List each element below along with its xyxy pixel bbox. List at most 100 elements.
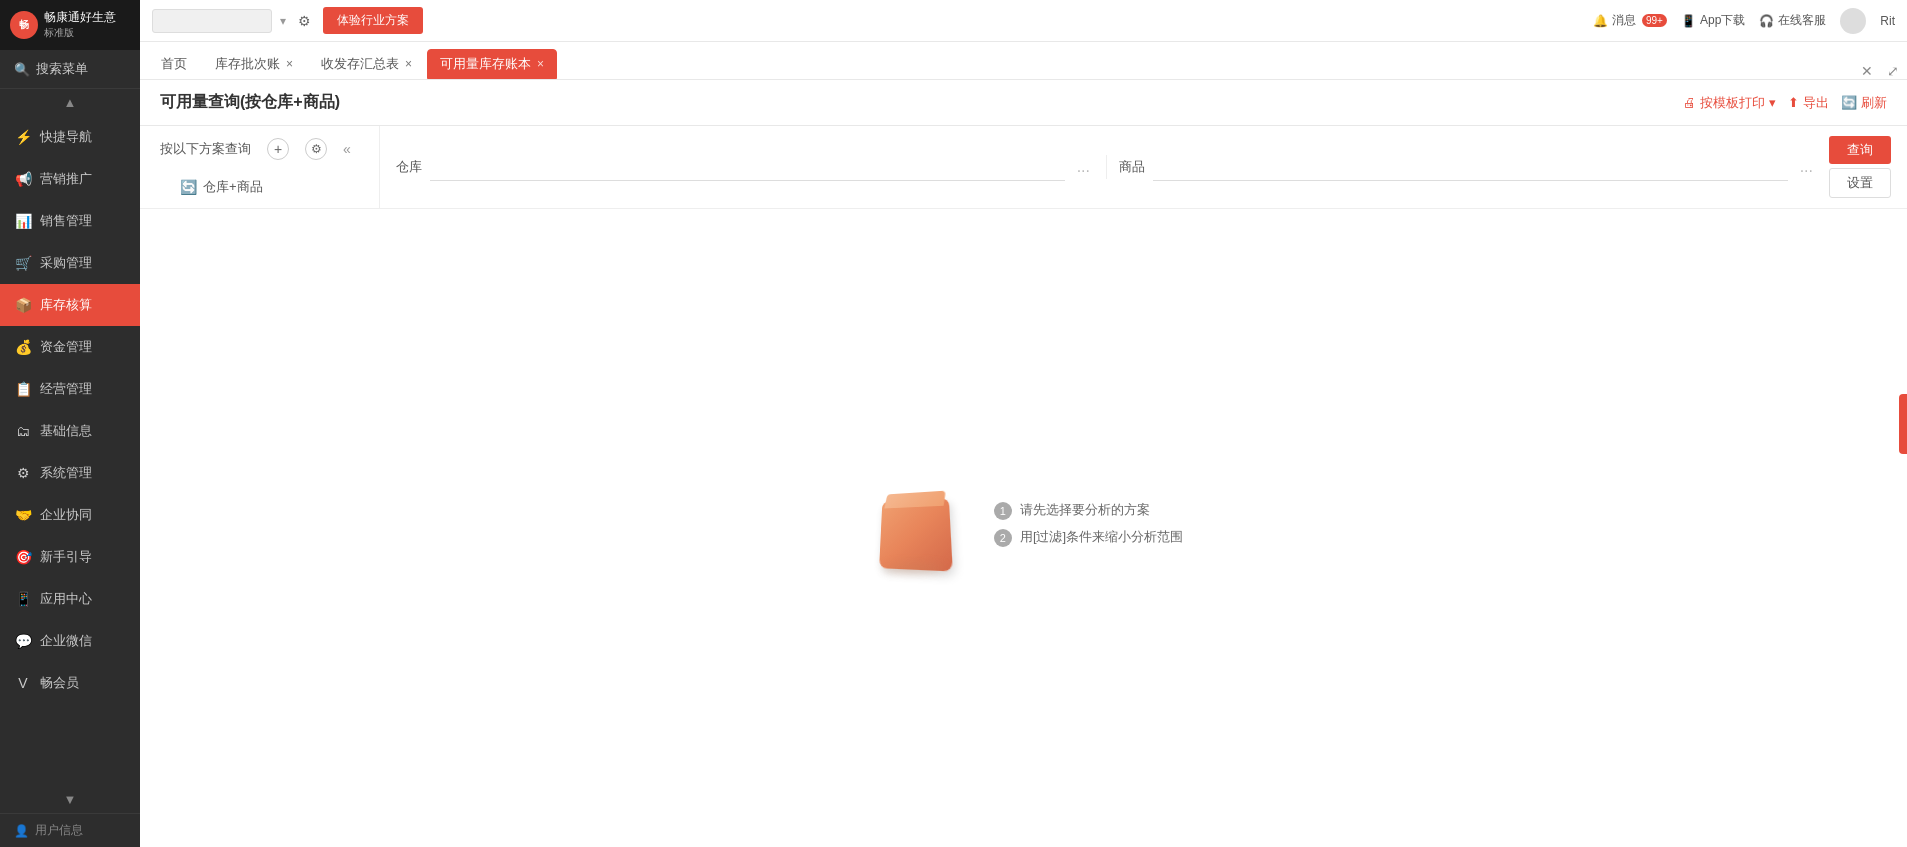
- warehouse-input[interactable]: [430, 153, 1065, 181]
- sidebar-item-system[interactable]: ⚙ 系统管理: [0, 452, 140, 494]
- online-service-btn[interactable]: 🎧 在线客服: [1759, 12, 1826, 29]
- warehouse-label: 仓库: [396, 158, 422, 176]
- sales-icon: 📊: [14, 212, 32, 230]
- step-2-num: 2: [994, 529, 1012, 547]
- query-filter-row: 按以下方案查询 + ⚙ « 🔄 仓库+商品 仓库 ...: [140, 126, 1907, 209]
- sidebar-item-inventory[interactable]: 📦 库存核算: [0, 284, 140, 326]
- sidebar-item-enterprise[interactable]: 🤝 企业协同: [0, 494, 140, 536]
- tab-batch-account[interactable]: 库存批次账 ×: [202, 49, 306, 79]
- search-input[interactable]: [152, 9, 272, 33]
- purchase-icon: 🛒: [14, 254, 32, 272]
- query-row: 按以下方案查询 + ⚙ «: [140, 126, 379, 172]
- right-scrollbar: [1899, 394, 1907, 454]
- refresh-icon: 🔄: [1841, 95, 1857, 110]
- topbar-right: 🔔 消息 99+ 📱 App下载 🎧 在线客服 Rit: [1593, 8, 1895, 34]
- marketing-icon: 📢: [14, 170, 32, 188]
- refresh-btn[interactable]: 🔄 刷新: [1841, 94, 1887, 112]
- search-icon: 🔍: [14, 62, 30, 77]
- goods-input[interactable]: [1153, 153, 1788, 181]
- scroll-down-btn[interactable]: ▼: [0, 786, 140, 813]
- sidebar-item-operations[interactable]: 📋 经营管理: [0, 368, 140, 410]
- sidebar-item-finance[interactable]: 💰 资金管理: [0, 326, 140, 368]
- scheme-warehouse-goods[interactable]: 🔄 仓库+商品: [140, 172, 379, 202]
- guide-icon: 🎯: [14, 548, 32, 566]
- print-btn[interactable]: 🖨 按模板打印 ▾: [1683, 94, 1776, 112]
- sidebar-item-sales[interactable]: 📊 销售管理: [0, 200, 140, 242]
- sidebar-item-member[interactable]: V 畅会员: [0, 662, 140, 704]
- filter-divider: [1106, 155, 1107, 179]
- scheme-icon: 🔄: [180, 179, 197, 195]
- sidebar-item-basic[interactable]: 🗂 基础信息: [0, 410, 140, 452]
- goods-dots[interactable]: ...: [1796, 158, 1817, 176]
- empty-illustration: [864, 478, 964, 578]
- query-label: 按以下方案查询: [160, 140, 251, 158]
- empty-step-1: 1 请先选择要分析的方案: [994, 501, 1183, 520]
- gear-icon[interactable]: ⚙: [298, 13, 311, 29]
- finance-icon: 💰: [14, 338, 32, 356]
- sidebar-search[interactable]: 🔍 搜索菜单: [0, 50, 140, 89]
- query-btn[interactable]: 查询: [1829, 136, 1891, 164]
- wechat-icon: 💬: [14, 632, 32, 650]
- trial-btn[interactable]: 体验行业方案: [323, 7, 423, 34]
- topbar: ▾ ⚙ 体验行业方案 🔔 消息 99+ 📱 App下载 🎧 在线客服 Rit: [140, 0, 1907, 42]
- page-actions: 🖨 按模板打印 ▾ ⬆ 导出 🔄 刷新: [1683, 94, 1887, 112]
- headset-icon: 🎧: [1759, 14, 1774, 28]
- tab-close-available[interactable]: ×: [537, 57, 544, 71]
- app-center-icon: 📱: [14, 590, 32, 608]
- chevron-down-icon[interactable]: ▾: [280, 14, 286, 28]
- content-area: 可用量查询(按仓库+商品) 🖨 按模板打印 ▾ ⬆ 导出 🔄 刷新: [140, 80, 1907, 847]
- sidebar-item-quick-nav[interactable]: ⚡ 快捷导航: [0, 116, 140, 158]
- sidebar-item-purchase[interactable]: 🛒 采购管理: [0, 242, 140, 284]
- sidebar-nav: ⚡ 快捷导航 📢 营销推广 📊 销售管理 🛒 采购管理 📦 库存核算 💰 资金管…: [0, 116, 140, 786]
- action-buttons: 查询 设置: [1829, 136, 1891, 198]
- tab-receive-summary[interactable]: 收发存汇总表 ×: [308, 49, 425, 79]
- tabbar: 首页 库存批次账 × 收发存汇总表 × 可用量库存账本 × ✕ ⤢: [140, 42, 1907, 80]
- tab-home[interactable]: 首页: [148, 49, 200, 79]
- sidebar-header: 畅 畅康通好生意 标准版: [0, 0, 140, 50]
- tab-available-ledger[interactable]: 可用量库存账本 ×: [427, 49, 557, 79]
- box-shadow: [884, 563, 944, 573]
- box-icon: [879, 498, 953, 572]
- help-icon: 👤: [14, 824, 29, 838]
- system-icon: ⚙: [14, 464, 32, 482]
- warehouse-filter: 仓库 ...: [396, 153, 1094, 181]
- scheme-settings-btn[interactable]: ⚙: [305, 138, 327, 160]
- app-download-btn[interactable]: 📱 App下载: [1681, 12, 1745, 29]
- sidebar-item-wechat[interactable]: 💬 企业微信: [0, 620, 140, 662]
- main-area: ▾ ⚙ 体验行业方案 🔔 消息 99+ 📱 App下载 🎧 在线客服 Rit 首…: [140, 0, 1907, 847]
- app-version: 标准版: [44, 26, 116, 40]
- tab-close-receive[interactable]: ×: [405, 57, 412, 71]
- app-name: 畅康通好生意: [44, 10, 116, 26]
- avatar: [1840, 8, 1866, 34]
- quick-nav-icon: ⚡: [14, 128, 32, 146]
- sidebar-item-app-center[interactable]: 📱 应用中心: [0, 578, 140, 620]
- sidebar: 畅 畅康通好生意 标准版 🔍 搜索菜单 ▲ ⚡ 快捷导航 📢 营销推广 📊 销售…: [0, 0, 140, 847]
- app-logo: 畅: [10, 11, 38, 39]
- goods-filter: 商品 ...: [1119, 153, 1817, 181]
- empty-state: 1 请先选择要分析的方案 2 用[过滤]条件来缩小分析范围: [140, 209, 1907, 847]
- sidebar-item-guide[interactable]: 🎯 新手引导: [0, 536, 140, 578]
- empty-text: 1 请先选择要分析的方案 2 用[过滤]条件来缩小分析范围: [994, 501, 1183, 555]
- member-icon: V: [14, 674, 32, 692]
- collapse-btn[interactable]: «: [343, 141, 351, 157]
- add-scheme-btn[interactable]: +: [267, 138, 289, 160]
- query-panel: 按以下方案查询 + ⚙ « 🔄 仓库+商品: [140, 126, 380, 208]
- step-1-num: 1: [994, 502, 1012, 520]
- sidebar-item-marketing[interactable]: 📢 营销推广: [0, 158, 140, 200]
- inventory-icon: 📦: [14, 296, 32, 314]
- app-info: 畅康通好生意 标准版: [44, 10, 116, 40]
- warehouse-dots[interactable]: ...: [1073, 158, 1094, 176]
- maximize-window-btn[interactable]: ⤢: [1887, 63, 1899, 79]
- tab-close-batch[interactable]: ×: [286, 57, 293, 71]
- basic-icon: 🗂: [14, 422, 32, 440]
- export-btn[interactable]: ⬆ 导出: [1788, 94, 1829, 112]
- empty-step-2: 2 用[过滤]条件来缩小分析范围: [994, 528, 1183, 547]
- notification-btn[interactable]: 🔔 消息 99+: [1593, 12, 1667, 29]
- settings-btn[interactable]: 设置: [1829, 168, 1891, 198]
- sidebar-bottom[interactable]: 👤 用户信息: [0, 813, 140, 847]
- page-header: 可用量查询(按仓库+商品) 🖨 按模板打印 ▾ ⬆ 导出 🔄 刷新: [140, 80, 1907, 126]
- scroll-up-btn[interactable]: ▲: [0, 89, 140, 116]
- mobile-icon: 📱: [1681, 14, 1696, 28]
- enterprise-icon: 🤝: [14, 506, 32, 524]
- close-window-btn[interactable]: ✕: [1861, 63, 1873, 79]
